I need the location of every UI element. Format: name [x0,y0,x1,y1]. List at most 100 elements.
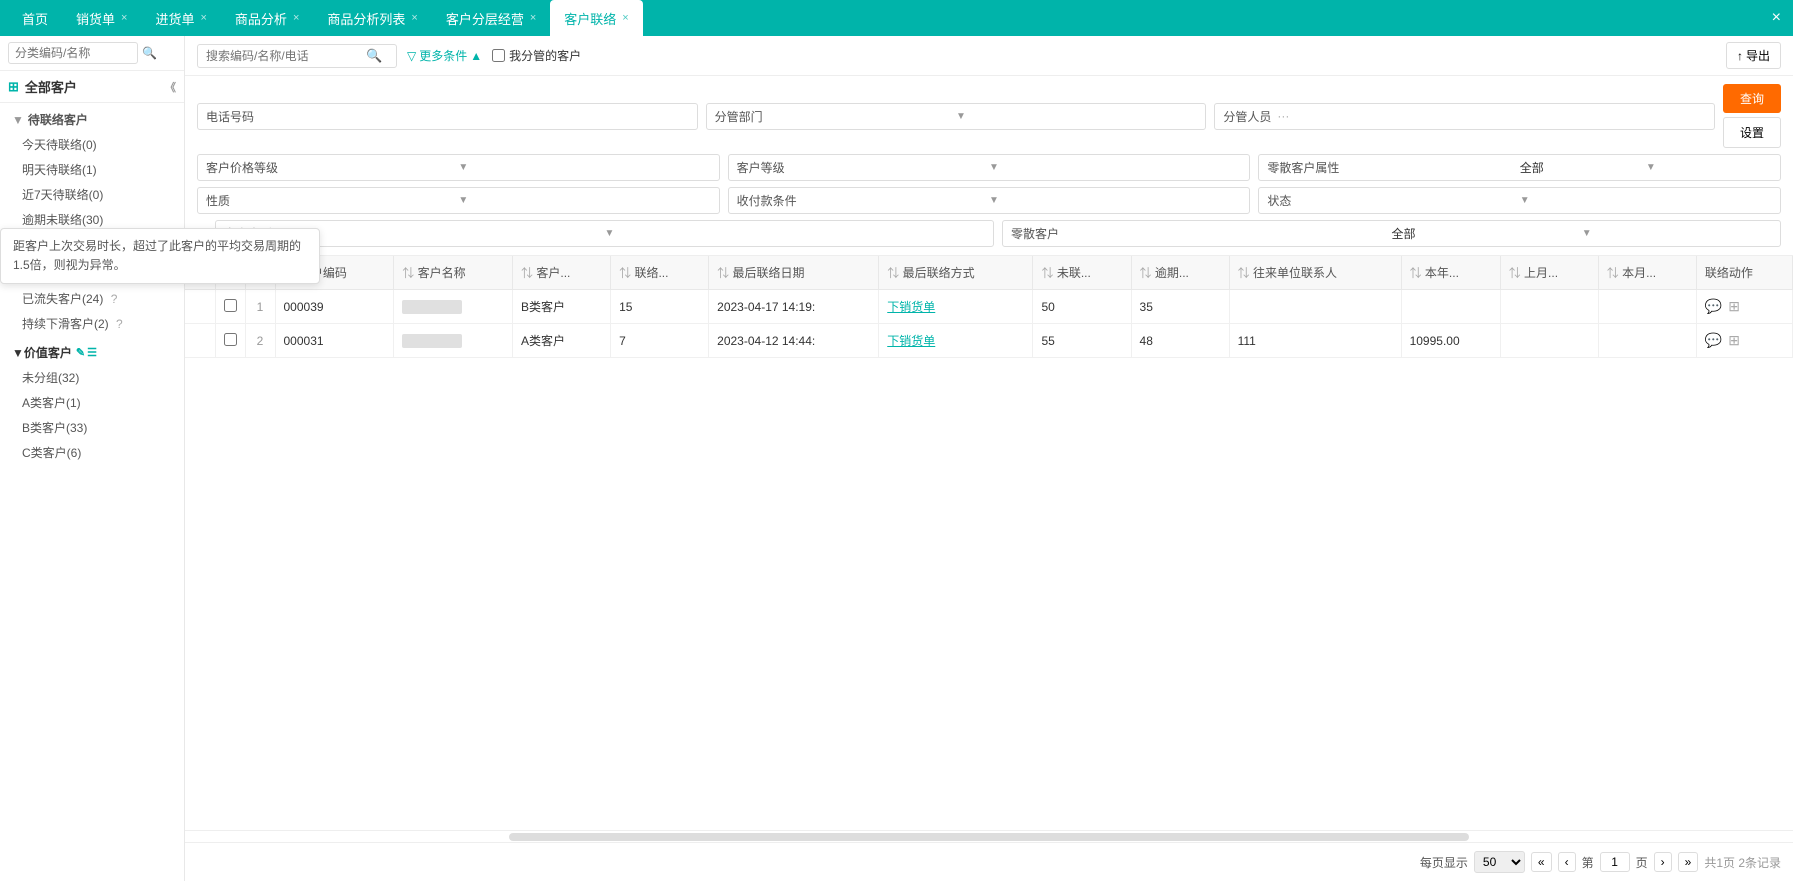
export-icon: ↑ [1737,49,1743,63]
page-number-input[interactable] [1600,852,1630,872]
row1-this-month [1598,290,1696,324]
phone-field[interactable]: 电话号码 [197,103,698,130]
value-group-title[interactable]: ▼ 价值客户 ✎ ☰ [0,340,184,365]
col-no-order[interactable]: ⇅ 未联... [1033,256,1131,290]
col-this-month[interactable]: ⇅ 本月... [1598,256,1696,290]
row2-name [394,324,513,358]
row1-more-icon[interactable]: ⊞ [1728,298,1740,315]
next-page-button[interactable]: › [1654,852,1672,872]
nav-purchase[interactable]: 进货单 × [141,0,220,36]
sort-icon-thismonth: ⇅ [1607,266,1622,280]
close-analysis-list-icon[interactable]: × [411,12,417,24]
status-select[interactable]: 状态 ▼ [1258,187,1781,214]
more-conditions-button[interactable]: ▽ 更多条件 ▲ [407,47,482,64]
row1-chat-icon[interactable]: 💬 [1705,298,1722,315]
value-edit-icon[interactable]: ✎ [76,346,85,359]
chevron-up-icon: ▲ [470,49,482,63]
close-customer-contact-icon[interactable]: × [622,12,628,24]
scroll-thumb[interactable] [509,833,1469,841]
row1-no-order: 50 [1033,290,1131,324]
row1-unit-contacts [1229,290,1401,324]
settings-button[interactable]: 设置 [1723,117,1781,148]
row1-last-method[interactable]: 下销货单 [879,290,1033,324]
row1-overdue: 35 [1131,290,1229,324]
sidebar-item-today-pending[interactable]: 今天待联络(0) [0,132,184,157]
dept-select[interactable]: 分管部门 ▼ [706,103,1207,130]
last-page-button[interactable]: » [1678,852,1699,872]
row1-checkbox[interactable] [224,299,237,312]
value-customers-group: ▼ 价值客户 ✎ ☰ 未分组(32) A类客户(1) B类客户(33) C类客户… [0,340,184,465]
row2-chat-icon[interactable]: 💬 [1705,332,1722,349]
export-button[interactable]: ↑ 导出 [1726,42,1781,69]
manager-field[interactable]: 分管人员 ··· [1214,103,1715,130]
close-purchase-icon[interactable]: × [200,12,206,24]
close-customer-segment-icon[interactable]: × [530,12,536,24]
col-last-month[interactable]: ⇅ 上月... [1500,256,1598,290]
retail-customer-select[interactable]: 零散客户 全部 ▼ [1002,220,1781,247]
nav-customer-contact[interactable]: 客户联络 × [550,0,642,36]
main-search-icon[interactable]: 🔍 [366,48,382,64]
sidebar-item-declining[interactable]: 持续下滑客户(2) ? [0,311,184,336]
page-label: 第 [1582,854,1594,871]
col-customer-type[interactable]: ⇅ 客户... [513,256,611,290]
payment-dropdown-icon: ▼ [989,195,1241,206]
row1-code: 000039 [275,290,394,324]
col-overdue[interactable]: ⇅ 逾期... [1131,256,1229,290]
col-this-year[interactable]: ⇅ 本年... [1401,256,1500,290]
manager-more-icon[interactable]: ··· [1277,109,1289,123]
row2-num: 2 [245,324,275,358]
per-page-select[interactable]: 50 20 100 [1474,851,1525,873]
value-settings-icon[interactable]: ☰ [87,346,97,359]
row2-last-method[interactable]: 下销货单 [879,324,1033,358]
nav-customer-segment[interactable]: 客户分层经营 × [432,0,550,36]
sidebar-item-churned[interactable]: 已流失客户(24) ? [0,286,184,311]
sidebar-item-class-c[interactable]: C类客户(6) [0,440,184,465]
grid-icon: ⊞ [8,79,19,95]
prev-page-button[interactable]: ‹ [1558,852,1576,872]
nav-sales[interactable]: 销货单 × [62,0,141,36]
gender-select[interactable]: 性质 ▼ [197,187,720,214]
declining-info-icon[interactable]: ? [116,317,123,331]
my-customers-checkbox[interactable] [492,49,505,62]
customer-level-select[interactable]: 客户等级 ▼ [728,154,1251,181]
nav-analysis[interactable]: 商品分析 × [221,0,313,36]
row2-more-icon[interactable]: ⊞ [1728,332,1740,349]
nav-analysis-list[interactable]: 商品分析列表 × [313,0,431,36]
churned-info-icon[interactable]: ? [111,292,118,306]
page-end-label: 页 [1636,854,1648,871]
category-search-icon[interactable]: 🔍 [142,46,157,60]
sidebar-item-7days-pending[interactable]: 近7天待联络(0) [0,182,184,207]
close-all-tabs-button[interactable]: × [1772,9,1781,27]
row1-type: B类客户 [513,290,611,324]
row2-checkbox[interactable] [224,333,237,346]
customer-type-dropdown-icon: ▼ [605,228,986,239]
table-row: 2 000031 A类客户 7 2023-04-12 14:44: 下销货单 5… [185,324,1793,358]
main-search-input[interactable] [206,49,366,63]
pending-group-title[interactable]: ▼ 待联络客户 [0,107,184,132]
payment-select[interactable]: 收付款条件 ▼ [728,187,1251,214]
sidebar-item-ungrouped[interactable]: 未分组(32) [0,365,184,390]
col-last-contact-date[interactable]: ⇅ 最后联络日期 [709,256,879,290]
nav-home[interactable]: 首页 [8,0,62,36]
category-search-input[interactable] [8,42,138,64]
close-sales-icon[interactable]: × [121,12,127,24]
query-button[interactable]: 查询 [1723,84,1781,113]
customer-type-select[interactable]: 客户类型 ▼ [215,220,994,247]
col-last-contact-method[interactable]: ⇅ 最后联络方式 [879,256,1033,290]
sidebar-item-class-b[interactable]: B类客户(33) [0,415,184,440]
phone-input[interactable] [260,109,689,123]
sidebar-item-class-a[interactable]: A类客户(1) [0,390,184,415]
first-page-button[interactable]: « [1531,852,1552,872]
retail-attr-select[interactable]: 零散客户属性 全部 ▼ [1258,154,1781,181]
my-customers-checkbox-label[interactable]: 我分管的客户 [492,47,581,64]
price-level-select[interactable]: 客户价格等级 ▼ [197,154,720,181]
sort-icon-lastmonth: ⇅ [1509,266,1524,280]
col-contact-count[interactable]: ⇅ 联络... [611,256,709,290]
row1-num: 1 [245,290,275,324]
close-analysis-icon[interactable]: × [293,12,299,24]
sidebar-item-tomorrow-pending[interactable]: 明天待联络(1) [0,157,184,182]
col-customer-name[interactable]: ⇅ 客户名称 [394,256,513,290]
col-unit-contacts[interactable]: ⇅ 往来单位联系人 [1229,256,1401,290]
all-customers-title[interactable]: ⊞ 全部客户 《 [0,71,184,103]
horizontal-scrollbar[interactable] [185,830,1793,842]
